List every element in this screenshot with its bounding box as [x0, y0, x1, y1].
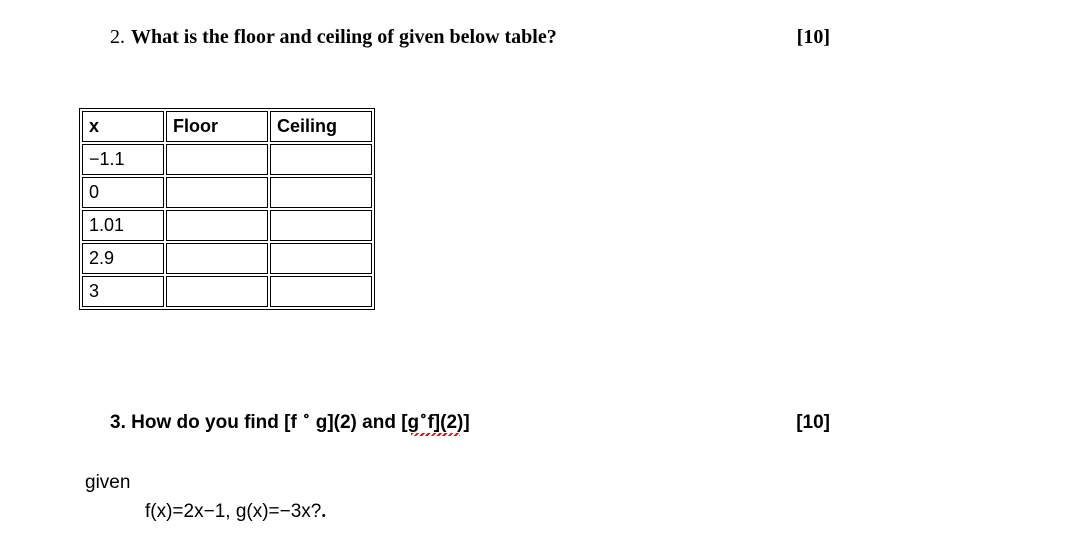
cell-x: 3: [82, 276, 164, 307]
floor-ceiling-table: x Floor Ceiling −1.1 0 1.01 2.9: [79, 108, 375, 310]
given-block: given f(x)=2x−1, g(x)=−3x?.: [85, 468, 326, 527]
question-3-text: 3. How do you find [f ∘ g](2) and [g∘f](…: [110, 412, 470, 434]
gof-open: [g: [401, 412, 419, 433]
cell-ceiling: [270, 243, 372, 274]
gof-close: f](2)]: [427, 412, 469, 433]
table-row: 2.9: [82, 243, 372, 274]
table-row: 3: [82, 276, 372, 307]
question-2-left: 2. What is the floor and ceiling of give…: [110, 26, 557, 49]
cell-x: 0: [82, 177, 164, 208]
given-fn-text: f(x)=2x−1, g(x)=−3x?: [145, 501, 321, 522]
question-3-prompt-a: How do you find [f: [131, 412, 302, 433]
cell-ceiling: [270, 177, 372, 208]
cell-floor: [166, 210, 268, 241]
cell-floor: [166, 276, 268, 307]
gof-error-text: [g∘f](2)]: [401, 412, 469, 434]
table-row: 1.01: [82, 210, 372, 241]
header-x: x: [82, 111, 164, 142]
given-label: given: [85, 468, 326, 497]
question-3-number: 3.: [110, 412, 126, 433]
cell-ceiling: [270, 210, 372, 241]
cell-x: 2.9: [82, 243, 164, 274]
given-fn-dot: .: [321, 501, 326, 522]
cell-floor: [166, 177, 268, 208]
table-row: 0: [82, 177, 372, 208]
table-row: −1.1: [82, 144, 372, 175]
header-ceiling: Ceiling: [270, 111, 372, 142]
table-header-row: x Floor Ceiling: [82, 111, 372, 142]
cell-floor: [166, 144, 268, 175]
question-3-prompt-b: g](2) and: [310, 412, 401, 433]
header-floor: Floor: [166, 111, 268, 142]
cell-ceiling: [270, 276, 372, 307]
question-2-text: What is the floor and ceiling of given b…: [131, 26, 557, 49]
question-2-number: 2.: [110, 26, 125, 49]
cell-ceiling: [270, 144, 372, 175]
cell-floor: [166, 243, 268, 274]
cell-x: −1.1: [82, 144, 164, 175]
question-3-marks: [10]: [796, 412, 830, 434]
given-functions: f(x)=2x−1, g(x)=−3x?.: [85, 497, 326, 526]
question-2-marks: [10]: [797, 26, 830, 49]
question-2-header: 2. What is the floor and ceiling of give…: [110, 26, 830, 49]
question-3-header: 3. How do you find [f ∘ g](2) and [g∘f](…: [110, 412, 830, 434]
cell-x: 1.01: [82, 210, 164, 241]
floor-ceiling-table-wrapper: x Floor Ceiling −1.1 0 1.01 2.9: [79, 108, 375, 310]
